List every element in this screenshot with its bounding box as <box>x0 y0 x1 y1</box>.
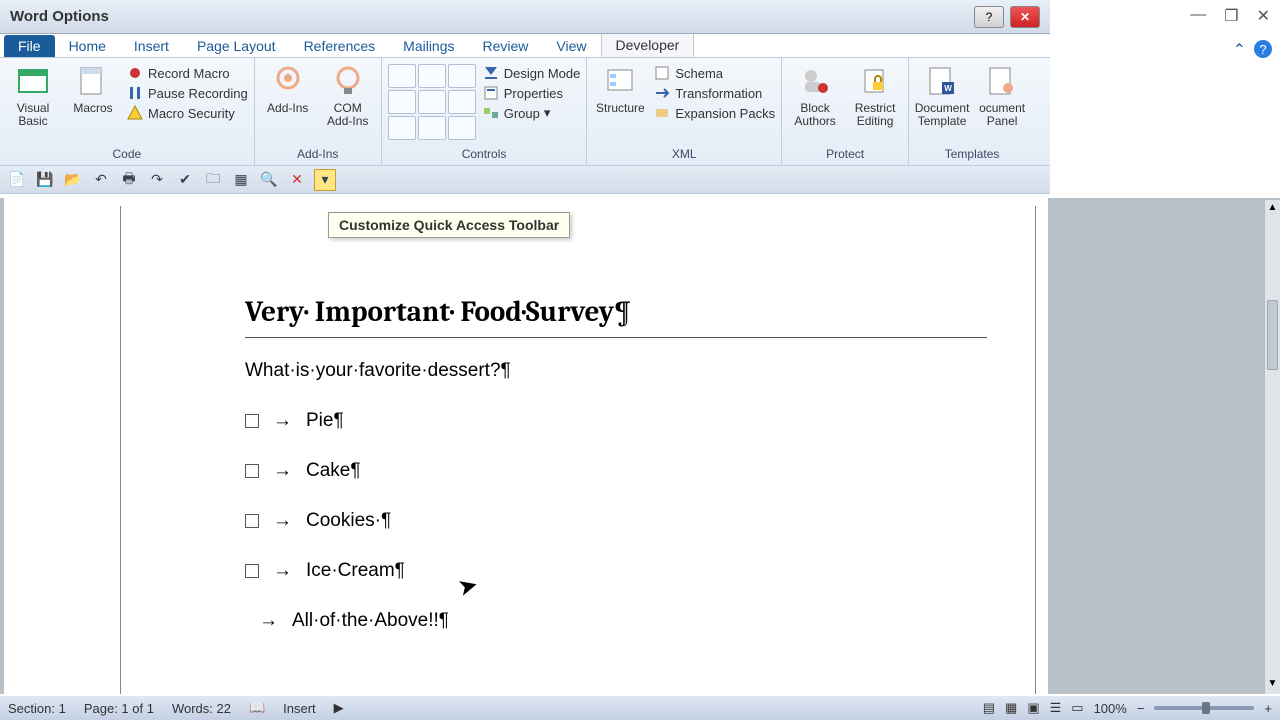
group-code-label: Code <box>6 147 248 163</box>
tab-home[interactable]: Home <box>55 35 120 57</box>
qat-save-icon[interactable]: 💾 <box>34 169 56 191</box>
group-code: Visual Basic Macros Record Macro Pause R… <box>0 58 255 165</box>
visual-basic-button[interactable]: Visual Basic <box>6 60 60 128</box>
status-page: Page: 1 of 1 <box>84 701 154 716</box>
list-item: →Cookies·¶ <box>245 510 987 532</box>
group-controls-label: Controls <box>388 147 581 163</box>
group-templates-label: Templates <box>915 147 1029 163</box>
tooltip: Customize Quick Access Toolbar <box>328 212 570 238</box>
qat-redo-icon[interactable]: ↷ <box>146 169 168 191</box>
document-page[interactable]: Very· Important· Food·Survey¶ What·is·yo… <box>120 206 1036 694</box>
zoom-slider[interactable] <box>1154 706 1254 710</box>
tab-references[interactable]: References <box>290 35 390 57</box>
tab-page-layout[interactable]: Page Layout <box>183 35 290 57</box>
document-question: What·is·your·favorite·dessert?¶ <box>245 360 987 382</box>
record-macro-button[interactable]: Record Macro <box>126 64 248 82</box>
close-button[interactable]: ✕ <box>1010 6 1040 28</box>
view-print-layout-icon[interactable]: ▤ <box>983 700 995 716</box>
list-item: →Pie¶ <box>245 410 987 432</box>
zoom-out-button[interactable]: − <box>1137 701 1145 716</box>
pause-recording-button[interactable]: Pause Recording <box>126 84 248 102</box>
tab-insert[interactable]: Insert <box>120 35 183 57</box>
group-controls: Design Mode Properties Group ▾ Controls <box>382 58 588 165</box>
view-reading-icon[interactable]: ▦ <box>1005 700 1017 716</box>
status-macro-icon[interactable]: ▶ <box>334 700 344 716</box>
vertical-scrollbar[interactable]: ▲ ▼ <box>1264 200 1280 694</box>
macros-button[interactable]: Macros <box>66 60 120 115</box>
ribbon-collapse-icon[interactable]: ⌃ <box>1233 40 1246 60</box>
tab-file[interactable]: File <box>4 35 55 57</box>
com-addins-button[interactable]: COM Add-Ins <box>321 60 375 128</box>
zoom-in-button[interactable]: + <box>1264 701 1272 716</box>
qat-folder-icon[interactable]: 🗀 <box>202 169 224 191</box>
qat-spell-icon[interactable]: ✔ <box>174 169 196 191</box>
quick-access-toolbar: 📄 💾 📂 ↶ 🖶 ↷ ✔ 🗀 ▦ 🔍 ✕ ▾ <box>0 166 1050 194</box>
group-button[interactable]: Group ▾ <box>482 104 581 122</box>
tab-mailings[interactable]: Mailings <box>389 35 468 57</box>
scroll-up-icon[interactable]: ▲ <box>1267 202 1278 216</box>
list-item: →All·of·the·Above!!¶ <box>245 610 987 632</box>
scroll-thumb[interactable] <box>1267 300 1278 370</box>
document-title: Very· Important· Food·Survey¶ <box>245 296 987 338</box>
ribbon: Visual Basic Macros Record Macro Pause R… <box>0 58 1050 166</box>
view-draft-icon[interactable]: ▭ <box>1071 700 1083 716</box>
qat-undo-icon[interactable]: ↶ <box>90 169 112 191</box>
design-mode-button[interactable]: Design Mode <box>482 64 581 82</box>
group-templates: W Document Template ocument Panel Templa… <box>909 58 1035 165</box>
checkbox-icon[interactable] <box>245 464 259 478</box>
checkbox-icon[interactable] <box>245 564 259 578</box>
expansion-packs-button[interactable]: Expansion Packs <box>653 104 775 122</box>
controls-gallery[interactable] <box>388 60 476 140</box>
view-web-icon[interactable]: ▣ <box>1027 700 1039 716</box>
status-proofing-icon[interactable]: 📖 <box>249 700 265 716</box>
addins-button[interactable]: Add-Ins <box>261 60 315 115</box>
block-authors-button[interactable]: Block Authors <box>788 60 842 128</box>
qat-open-icon[interactable]: 📂 <box>62 169 84 191</box>
list-item: →Cake¶ <box>245 460 987 482</box>
document-workspace: Very· Important· Food·Survey¶ What·is·yo… <box>0 198 1280 694</box>
status-insert[interactable]: Insert <box>283 701 316 716</box>
schema-button[interactable]: Schema <box>653 64 775 82</box>
scroll-down-icon[interactable]: ▼ <box>1267 678 1278 692</box>
macro-security-button[interactable]: Macro Security <box>126 104 248 122</box>
group-protect-label: Protect <box>788 147 902 163</box>
status-words[interactable]: Words: 22 <box>172 701 231 716</box>
group-xml: Structure Schema Transformation Expansio… <box>587 58 782 165</box>
qat-customize-dropdown[interactable]: ▾ <box>314 169 336 191</box>
group-xml-label: XML <box>593 147 775 163</box>
zoom-percent[interactable]: 100% <box>1094 701 1127 716</box>
group-protect: Block Authors Restrict Editing Protect <box>782 58 909 165</box>
structure-button[interactable]: Structure <box>593 60 647 115</box>
transformation-button[interactable]: Transformation <box>653 84 775 102</box>
status-bar: Section: 1 Page: 1 of 1 Words: 22 📖 Inse… <box>0 696 1280 720</box>
qat-new-icon[interactable]: 📄 <box>6 169 28 191</box>
qat-delete-icon[interactable]: ✕ <box>286 169 308 191</box>
qat-table-icon[interactable]: ▦ <box>230 169 252 191</box>
list-item: →Ice·Cream¶ <box>245 560 987 582</box>
document-template-button[interactable]: W Document Template <box>915 60 969 128</box>
status-section: Section: 1 <box>8 701 66 716</box>
outer-minimize-button[interactable]: — <box>1190 6 1206 26</box>
outer-close-button[interactable]: ✕ <box>1257 6 1270 26</box>
restrict-editing-button[interactable]: Restrict Editing <box>848 60 902 128</box>
ribbon-help-icon[interactable]: ? <box>1254 40 1272 58</box>
document-panel-button[interactable]: ocument Panel <box>975 60 1029 128</box>
svg-text:W: W <box>944 84 952 93</box>
tab-review[interactable]: Review <box>469 35 543 57</box>
checkbox-icon[interactable] <box>245 414 259 428</box>
window-title: Word Options <box>0 8 109 25</box>
checkbox-icon[interactable] <box>245 514 259 528</box>
qat-print-icon[interactable]: 🖶 <box>118 169 140 191</box>
title-bar: Word Options ? ✕ <box>0 0 1050 34</box>
ribbon-tabs: File Home Insert Page Layout References … <box>0 34 1050 58</box>
group-addins: Add-Ins COM Add-Ins Add-Ins <box>255 58 382 165</box>
qat-find-icon[interactable]: 🔍 <box>258 169 280 191</box>
group-addins-label: Add-Ins <box>261 147 375 163</box>
help-button[interactable]: ? <box>974 6 1004 28</box>
properties-button[interactable]: Properties <box>482 84 581 102</box>
outer-restore-button[interactable]: ❐ <box>1224 6 1238 26</box>
view-outline-icon[interactable]: ☰ <box>1050 700 1062 716</box>
tab-developer[interactable]: Developer <box>601 33 695 57</box>
tab-view[interactable]: View <box>542 35 600 57</box>
